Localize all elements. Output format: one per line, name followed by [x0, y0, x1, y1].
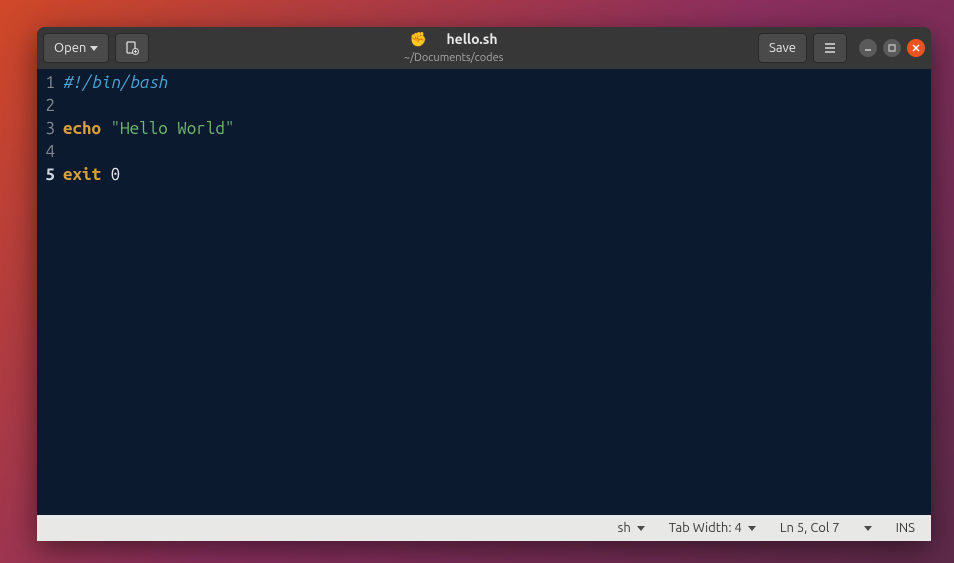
line-number: 2: [37, 94, 59, 117]
close-button[interactable]: [907, 39, 925, 57]
line-number: 3: [37, 117, 59, 140]
language-selector[interactable]: sh: [608, 515, 655, 541]
token-keyword: exit: [63, 165, 101, 184]
insert-mode-indicator[interactable]: INS: [886, 515, 925, 541]
chevron-down-icon: [864, 526, 872, 531]
chevron-down-icon: [90, 46, 98, 51]
window-title: hello.sh: [446, 31, 497, 47]
language-label: sh: [618, 521, 631, 535]
save-label: Save: [769, 41, 796, 55]
statusbar: sh Tab Width: 4 Ln 5, Col 7 INS: [37, 515, 931, 541]
new-document-button[interactable]: [115, 33, 149, 63]
hamburger-menu-button[interactable]: [813, 33, 847, 63]
token-number: 0: [111, 165, 121, 184]
new-document-icon: [124, 40, 140, 56]
open-label: Open: [54, 41, 86, 55]
line-gutter: 1 2 3 4 5: [37, 69, 59, 515]
hamburger-icon: [823, 41, 837, 55]
titlebar: Open ✊ hello.sh ~/Documents/codes Save: [37, 27, 931, 69]
grab-cursor-icon: ✊: [410, 31, 427, 47]
tab-width-selector[interactable]: Tab Width: 4: [659, 515, 766, 541]
window-controls: [859, 39, 925, 57]
maximize-button[interactable]: [883, 39, 901, 57]
token-keyword: echo: [63, 119, 101, 138]
editor-area[interactable]: 1 2 3 4 5 #!/bin/bash echo "Hello World"…: [37, 69, 931, 515]
minimize-icon: [863, 43, 873, 53]
token-string: "Hello World": [111, 119, 235, 138]
window-subtitle: ~/Documents/codes: [404, 52, 504, 64]
token-shebang: #!/bin/bash: [63, 73, 168, 92]
close-icon: [911, 43, 921, 53]
editor-window: Open ✊ hello.sh ~/Documents/codes Save: [37, 27, 931, 541]
chevron-down-icon: [748, 526, 756, 531]
line-number-current: 5: [37, 163, 59, 186]
title-center: ✊ hello.sh ~/Documents/codes: [155, 31, 752, 65]
chevron-down-icon: [637, 526, 645, 531]
cursor-position-label: Ln 5, Col 7: [780, 521, 840, 535]
line-number: 4: [37, 140, 59, 163]
insert-mode-label: INS: [896, 521, 915, 535]
tab-width-label: Tab Width: 4: [669, 521, 742, 535]
maximize-icon: [887, 43, 897, 53]
save-button[interactable]: Save: [758, 33, 807, 63]
cursor-position-selector[interactable]: Ln 5, Col 7: [770, 515, 882, 541]
line-number: 1: [37, 71, 59, 94]
open-button[interactable]: Open: [43, 33, 109, 63]
code-content[interactable]: #!/bin/bash echo "Hello World" exit 0: [59, 69, 931, 515]
minimize-button[interactable]: [859, 39, 877, 57]
